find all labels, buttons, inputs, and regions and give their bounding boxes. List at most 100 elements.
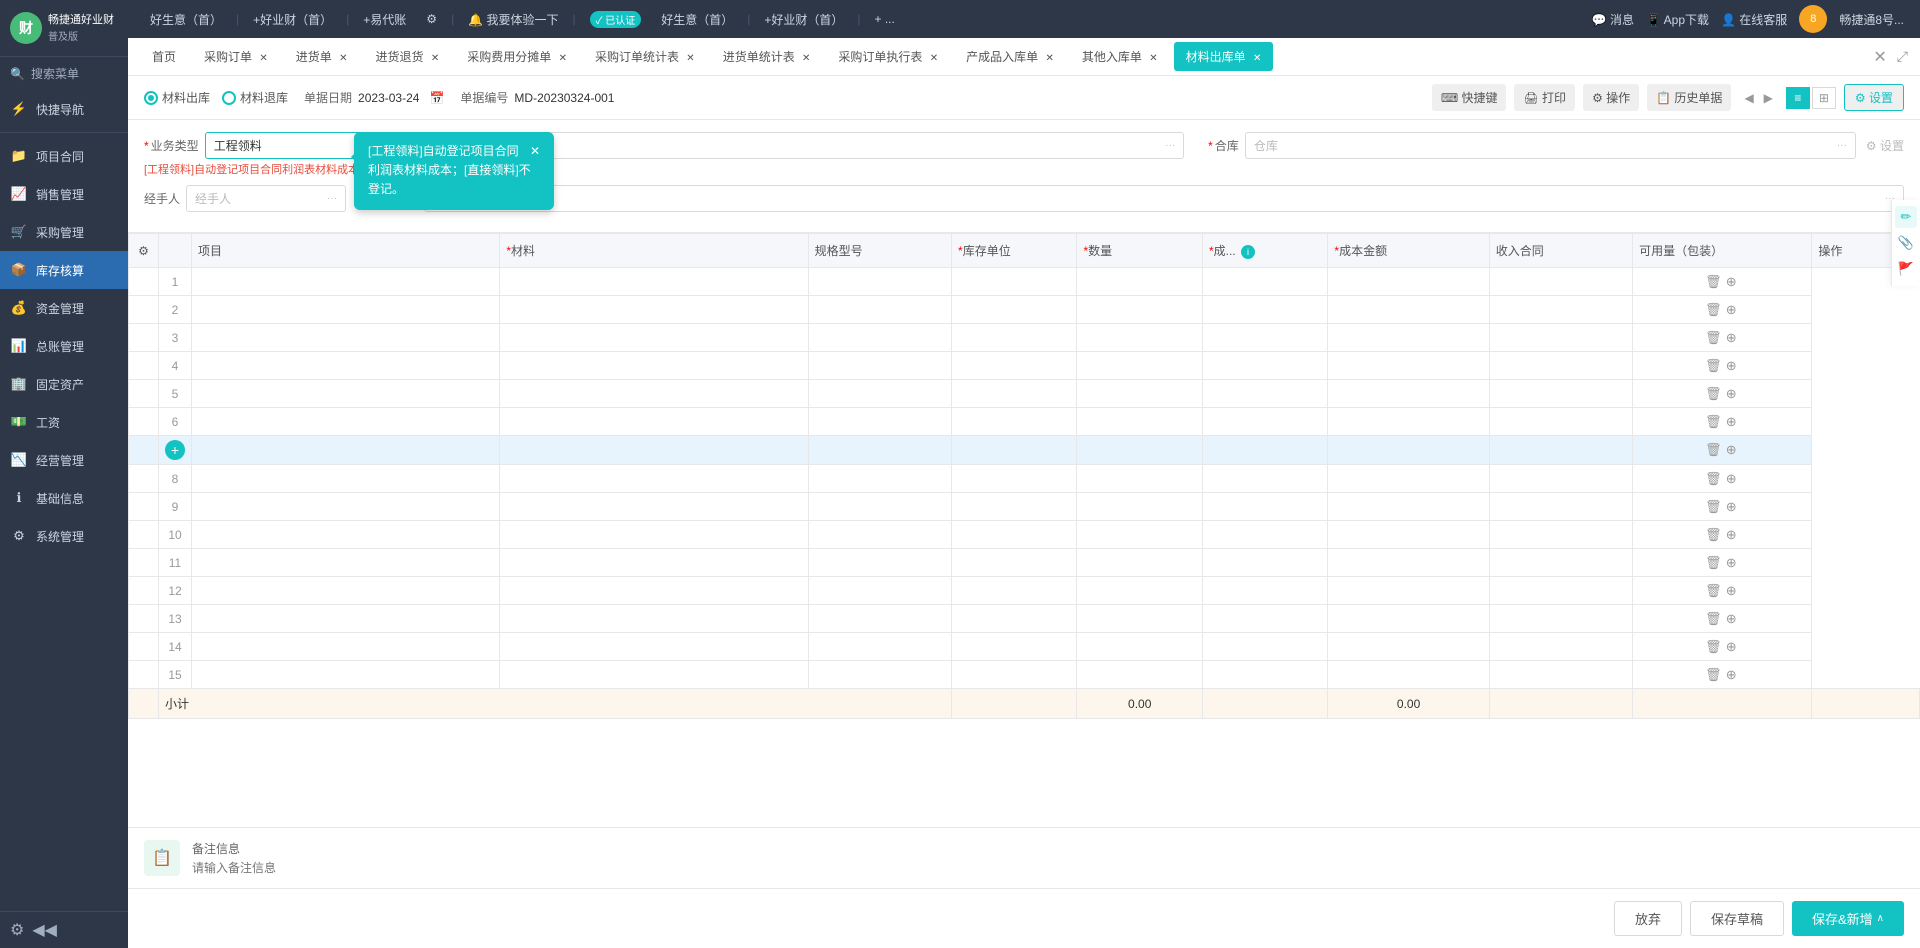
handler-input[interactable]: 经手人 ··· xyxy=(186,185,346,212)
copy-row-btn[interactable]: ⊕ xyxy=(1722,413,1740,431)
side-tool-attach[interactable]: 📎 xyxy=(1895,232,1917,254)
save-draft-button[interactable]: 保存草稿 xyxy=(1690,901,1784,936)
tab-purchase-return[interactable]: 进货退货 ✕ xyxy=(363,42,451,71)
delete-row-btn[interactable]: 🗑 xyxy=(1704,498,1722,516)
sidebar-item-quick-nav[interactable]: ⚡ 快捷导航 xyxy=(0,90,128,128)
tab-home[interactable]: 首页 xyxy=(140,42,188,71)
sidebar-item-basic-info[interactable]: ℹ 基础信息 xyxy=(0,479,128,517)
operation-button[interactable]: ⚙ 操作 xyxy=(1583,84,1639,111)
remark-input[interactable] xyxy=(192,861,1904,875)
header-nav-haoshengyi1[interactable]: 好生意（首） xyxy=(144,7,228,32)
sidebar-item-system[interactable]: ⚙ 系统管理 xyxy=(0,517,128,555)
cell-input[interactable] xyxy=(506,441,801,459)
copy-row-btn[interactable]: ⊕ xyxy=(1722,526,1740,544)
tab-product-in[interactable]: 产成品入库单 ✕ xyxy=(954,42,1066,71)
view-list-btn[interactable]: ≡ xyxy=(1786,87,1810,109)
copy-row-btn[interactable]: ⊕ xyxy=(1722,582,1740,600)
radio-material-out[interactable]: 材料出库 xyxy=(144,89,210,106)
delete-row-btn[interactable]: 🗑 xyxy=(1704,526,1722,544)
tab-purchase-in-stat[interactable]: 进货单统计表 ✕ xyxy=(711,42,823,71)
copy-row-btn[interactable]: ⊕ xyxy=(1722,638,1740,656)
side-tool-flag[interactable]: 🚩 xyxy=(1895,258,1917,280)
shortcut-button[interactable]: ⌨ 快捷键 xyxy=(1432,84,1507,111)
sidebar-item-salary[interactable]: 💵 工资 xyxy=(0,403,128,441)
tab-purchase-cost[interactable]: 采购费用分摊单 ✕ xyxy=(455,42,579,71)
sidebar-item-assets[interactable]: 🏢 固定资产 xyxy=(0,365,128,403)
nav-next[interactable]: ▶ xyxy=(1759,88,1778,108)
copy-row-btn[interactable]: ⊕ xyxy=(1722,610,1740,628)
header-nav-verified[interactable]: ✓ 已认证 xyxy=(584,7,648,32)
sidebar-item-fund[interactable]: 💰 资金管理 xyxy=(0,289,128,327)
user-name[interactable]: 畅捷通8号... xyxy=(1839,11,1904,28)
tooltip-close-btn[interactable]: ✕ xyxy=(530,142,540,161)
header-nav-yidaizhang[interactable]: +易代账 xyxy=(357,7,412,32)
tab-close-purchase-stat[interactable]: ✕ xyxy=(686,53,694,64)
user-avatar[interactable]: 8 xyxy=(1799,5,1827,33)
tab-other-in[interactable]: 其他入库单 ✕ xyxy=(1070,42,1170,71)
header-messages[interactable]: 💬 消息 xyxy=(1592,11,1634,28)
delete-row-btn[interactable]: 🗑 xyxy=(1704,413,1722,431)
header-nav-haoshengyi2[interactable]: 好生意（首） xyxy=(655,7,739,32)
delete-row-btn[interactable]: 🗑 xyxy=(1704,329,1722,347)
tab-bar-close[interactable]: ✕ xyxy=(1873,47,1886,67)
table-cell[interactable] xyxy=(500,436,808,465)
revenue-contract-input[interactable]: 收入合同 ··· xyxy=(424,185,1904,212)
table-cell[interactable] xyxy=(192,436,500,465)
print-button[interactable]: 🖨 打印 xyxy=(1514,84,1575,111)
tab-close-purchase-return[interactable]: ✕ xyxy=(431,53,439,64)
history-button[interactable]: 📋 历史单据 xyxy=(1647,84,1731,111)
copy-row-btn[interactable]: ⊕ xyxy=(1722,301,1740,319)
copy-row-btn[interactable]: ⊕ xyxy=(1722,329,1740,347)
tab-bar-expand[interactable]: ⤢ xyxy=(1897,48,1908,65)
delete-row-btn[interactable]: 🗑 xyxy=(1704,610,1722,628)
discard-button[interactable]: 放弃 xyxy=(1614,901,1682,936)
header-nav-haoyecai2[interactable]: +好业财（首） xyxy=(758,7,849,32)
tab-purchase-stat[interactable]: 采购订单统计表 ✕ xyxy=(583,42,707,71)
sidebar-item-search[interactable]: 🔍 搜索菜单 xyxy=(0,57,128,90)
tab-purchase-exec[interactable]: 采购订单执行表 ✕ xyxy=(826,42,950,71)
sidebar-item-sales[interactable]: 📈 销售管理 xyxy=(0,175,128,213)
copy-row-btn[interactable]: ⊕ xyxy=(1722,498,1740,516)
sidebar-item-inventory[interactable]: 📦 库存核算 xyxy=(0,251,128,289)
header-app-download[interactable]: 📱 App下载 xyxy=(1646,11,1709,28)
header-nav-more[interactable]: + ... xyxy=(868,8,900,30)
tab-close-other-in[interactable]: ✕ xyxy=(1149,53,1157,64)
delete-row-btn[interactable]: 🗑 xyxy=(1704,385,1722,403)
radio-material-return[interactable]: 材料退库 xyxy=(222,89,288,106)
cell-input[interactable] xyxy=(198,441,493,459)
copy-row-btn[interactable]: ⊕ xyxy=(1722,554,1740,572)
header-online-service[interactable]: 👤 在线客服 xyxy=(1721,11,1787,28)
delete-row-btn[interactable]: 🗑 xyxy=(1704,554,1722,572)
side-tool-edit[interactable]: ✏ xyxy=(1895,206,1917,228)
copy-row-btn[interactable]: ⊕ xyxy=(1722,470,1740,488)
tab-close-product-in[interactable]: ✕ xyxy=(1046,53,1054,64)
tab-material-out[interactable]: 材料出库单 ✕ xyxy=(1174,42,1274,71)
copy-row-btn[interactable]: ⊕ xyxy=(1722,385,1740,403)
warehouse-input[interactable]: 仓库 ··· xyxy=(1245,132,1856,159)
delete-row-btn[interactable]: 🗑 xyxy=(1704,273,1722,291)
tab-close-purchase-in-stat[interactable]: ✕ xyxy=(802,53,810,64)
tab-close-purchase-in[interactable]: ✕ xyxy=(339,53,347,64)
cost-info-icon[interactable]: i xyxy=(1241,245,1255,259)
sidebar-item-ledger[interactable]: 📊 总账管理 xyxy=(0,327,128,365)
settings-small-icon[interactable]: ⚙ 设置 xyxy=(1866,137,1904,154)
add-row-btn[interactable]: + xyxy=(165,440,185,460)
tab-close-purchase-exec[interactable]: ✕ xyxy=(930,53,938,64)
header-nav-haoyecai1[interactable]: +好业财（首） xyxy=(247,7,338,32)
tab-close-purchase-order[interactable]: ✕ xyxy=(259,53,267,64)
sidebar-item-project-contract[interactable]: 📁 项目合同 xyxy=(0,137,128,175)
copy-row-btn[interactable]: ⊕ xyxy=(1722,357,1740,375)
tab-close-purchase-cost[interactable]: ✕ xyxy=(559,53,567,64)
delete-row-btn[interactable]: 🗑 xyxy=(1704,638,1722,656)
calendar-icon[interactable]: 📅 xyxy=(429,91,444,105)
copy-row-btn[interactable]: ⊕ xyxy=(1722,666,1740,684)
sidebar-item-purchase[interactable]: 🛒 采购管理 xyxy=(0,213,128,251)
delete-row-btn[interactable]: 🗑 xyxy=(1704,470,1722,488)
delete-row-btn[interactable]: 🗑 xyxy=(1704,301,1722,319)
settings-button[interactable]: ⚙ 设置 xyxy=(1844,84,1904,111)
save-new-button[interactable]: 保存&新增 ∧ xyxy=(1792,901,1904,936)
nav-prev[interactable]: ◀ xyxy=(1739,88,1758,108)
delete-row-btn[interactable]: 🗑 xyxy=(1704,357,1722,375)
sidebar-item-management[interactable]: 📉 经营管理 xyxy=(0,441,128,479)
header-nav-experience[interactable]: 🔔 我要体验一下 xyxy=(462,7,564,32)
